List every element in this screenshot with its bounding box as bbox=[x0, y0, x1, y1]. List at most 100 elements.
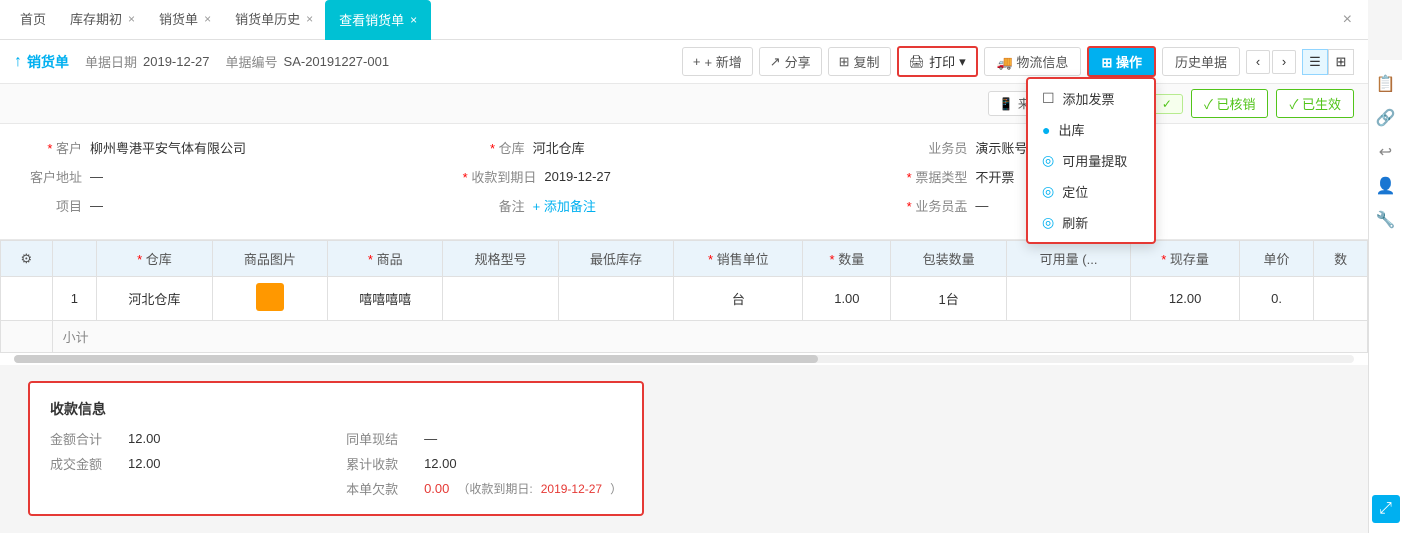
warehouse-label: 仓库 bbox=[463, 138, 533, 157]
next-button[interactable]: › bbox=[1272, 50, 1296, 74]
logistics-button[interactable]: 🚚 物流信息 bbox=[984, 47, 1082, 76]
payment-info-grid: 金额合计 12.00 同单现结 — 成交金额 12.00 累计收款 12.00 bbox=[50, 429, 622, 498]
doc-date-value: 2019-12-27 bbox=[143, 54, 210, 69]
doc-type-badge: ↑ 销货单 bbox=[14, 52, 69, 72]
table-wrapper: ⚙ * 仓库 商品图片 * 商品 规格型号 最低库存 * 销售单位 * 数量 包… bbox=[0, 240, 1368, 365]
sidebar-tools-icon[interactable]: 🔧 bbox=[1372, 206, 1400, 234]
tab-sales-history[interactable]: 销货单历史 × bbox=[223, 0, 325, 40]
effect-button[interactable]: ✓ 已生效 bbox=[1276, 89, 1354, 118]
add-button[interactable]: + + 新增 bbox=[682, 47, 753, 76]
tab-inventory-init-close[interactable]: × bbox=[128, 12, 135, 26]
view-toggle: ☰ ⊞ bbox=[1302, 49, 1354, 75]
total-amount-value: 12.00 bbox=[128, 431, 161, 446]
sold-button[interactable]: ✓ 已核销 bbox=[1191, 89, 1269, 118]
dropdown-add-invoice[interactable]: ☐ 添加发票 bbox=[1028, 83, 1154, 114]
row-pkg-qty: 1台 bbox=[891, 277, 1006, 321]
effect-check-icon: ✓ bbox=[1289, 97, 1298, 112]
overdue-note: （收款到期日: bbox=[457, 480, 532, 497]
add-icon: + bbox=[693, 54, 701, 69]
subtotal-settings bbox=[1, 321, 53, 353]
doc-type-label: 销货单 bbox=[27, 52, 69, 72]
list-view-button[interactable]: ☰ bbox=[1302, 49, 1328, 75]
right-sidebar: 📋 🔗 ↩ 👤 🔧 ⤢ bbox=[1368, 60, 1402, 533]
tab-sales-history-close[interactable]: × bbox=[306, 12, 313, 26]
tab-sales-order-close[interactable]: × bbox=[204, 12, 211, 26]
logistics-icon: 🚚 bbox=[997, 55, 1013, 70]
row-avail bbox=[1006, 277, 1131, 321]
copy-icon: ⊞ bbox=[839, 54, 850, 70]
note-label: 备注 bbox=[463, 196, 533, 215]
copy-button[interactable]: ⊞ 复制 bbox=[828, 47, 891, 76]
check-icon: ✓ bbox=[1204, 97, 1213, 112]
settings-col-header[interactable]: ⚙ bbox=[1, 241, 53, 277]
doc-actions: + + 新增 ↗ 分享 ⊞ 复制 🖨 打印 ▾ 🚚 物流信息 bbox=[682, 46, 1354, 77]
address-value: — bbox=[90, 169, 103, 184]
tab-view-sales[interactable]: 查看销货单 × bbox=[325, 0, 431, 40]
staff2-value: — bbox=[975, 198, 988, 213]
settlement-label: 同单现结 bbox=[346, 429, 416, 448]
sidebar-expand-icon[interactable]: ⤢ bbox=[1372, 495, 1400, 523]
payment-info-title: 收款信息 bbox=[50, 399, 622, 419]
sidebar-doc-icon[interactable]: 📋 bbox=[1372, 70, 1400, 98]
tab-inventory-init[interactable]: 库存期初 × bbox=[58, 0, 147, 40]
row-image bbox=[212, 277, 327, 321]
second-toolbar: 📱 来自手机 未开票 ✓ ✓ 已核销 ✓ 已生效 bbox=[0, 84, 1368, 124]
tab-bar: 首页 库存期初 × 销货单 × 销货单历史 × 查看销货单 × × bbox=[0, 0, 1368, 40]
share-icon: ↗ bbox=[770, 54, 781, 70]
image-col-header: 商品图片 bbox=[212, 241, 327, 277]
available-qty-icon: ◎ bbox=[1042, 152, 1054, 169]
sales-unit-col-header: * 销售单位 bbox=[674, 241, 803, 277]
pkg-qty-col-header: 包装数量 bbox=[891, 241, 1006, 277]
dropdown-available-qty[interactable]: ◎ 可用量提取 bbox=[1028, 145, 1154, 176]
row-quantity: 1.00 bbox=[803, 277, 891, 321]
dropdown-outbound[interactable]: ● 出库 bbox=[1028, 114, 1154, 145]
overdue-close: ） bbox=[610, 480, 622, 497]
subtotal-label: 小计 bbox=[52, 321, 1367, 353]
row-warehouse: 河北仓库 bbox=[97, 277, 212, 321]
doc-date-field: 单据日期 2019-12-27 bbox=[85, 52, 210, 71]
dropdown-locate[interactable]: ◎ 定位 bbox=[1028, 176, 1154, 207]
tab-sales-order[interactable]: 销货单 × bbox=[147, 0, 223, 40]
project-field: 项目 — bbox=[20, 196, 463, 215]
warehouse-value: 河北仓库 bbox=[533, 138, 585, 157]
print-button[interactable]: 🖨 打印 ▾ bbox=[897, 46, 978, 77]
tab-view-sales-close[interactable]: × bbox=[410, 13, 417, 27]
row-stock: 12.00 bbox=[1131, 277, 1240, 321]
customer-value: 柳州粤港平安气体有限公司 bbox=[90, 138, 246, 157]
subtotal-row: 小计 bbox=[1, 321, 1368, 353]
due-payment-row bbox=[50, 479, 326, 498]
scrollbar-thumb[interactable] bbox=[14, 355, 818, 363]
doc-number-label: 单据编号 bbox=[226, 52, 278, 71]
dropdown-refresh[interactable]: ◎ 刷新 bbox=[1028, 207, 1154, 238]
prev-button[interactable]: ‹ bbox=[1246, 50, 1270, 74]
operate-icon: ⊞ bbox=[1101, 55, 1112, 70]
row-seq: 1 bbox=[52, 277, 97, 321]
table-header-row: ⚙ * 仓库 商品图片 * 商品 规格型号 最低库存 * 销售单位 * 数量 包… bbox=[1, 241, 1368, 277]
row-product: 嘻嘻嘻嘻 bbox=[328, 277, 443, 321]
sidebar-return-icon[interactable]: ↩ bbox=[1372, 138, 1400, 166]
doc-header: ↑ 销货单 单据日期 2019-12-27 单据编号 SA-20191227-0… bbox=[0, 40, 1368, 84]
sidebar-link-icon[interactable]: 🔗 bbox=[1372, 104, 1400, 132]
deal-amount-row: 成交金额 12.00 bbox=[50, 454, 326, 473]
payment-date-field: 收款到期日 2019-12-27 bbox=[463, 167, 906, 186]
share-button[interactable]: ↗ 分享 bbox=[759, 47, 822, 76]
add-note-button[interactable]: + 添加备注 bbox=[533, 196, 596, 215]
sidebar-user-icon[interactable]: 👤 bbox=[1372, 172, 1400, 200]
row-spec bbox=[443, 277, 558, 321]
overdue-date: 2019-12-27 bbox=[541, 482, 602, 496]
stock-col-header: * 现存量 bbox=[1131, 241, 1240, 277]
row-sales-unit: 台 bbox=[674, 277, 803, 321]
grid-view-button[interactable]: ⊞ bbox=[1328, 49, 1354, 75]
deal-amount-value: 12.00 bbox=[128, 456, 161, 471]
horizontal-scrollbar[interactable] bbox=[14, 355, 1354, 363]
history-button[interactable]: 历史单据 bbox=[1162, 47, 1240, 76]
app-close-button[interactable]: × bbox=[1335, 11, 1360, 29]
operate-dropdown-container: ⊞ 操作 ☐ 添加发票 ● 出库 ◎ 可用量提取 bbox=[1087, 46, 1156, 77]
project-value: — bbox=[90, 198, 103, 213]
add-invoice-icon: ☐ bbox=[1042, 90, 1055, 107]
phone-icon: 📱 bbox=[999, 97, 1014, 111]
tab-home[interactable]: 首页 bbox=[8, 0, 58, 40]
staff2-label: 业务员盂 bbox=[905, 196, 975, 215]
ticket-type-value: 不开票 bbox=[975, 167, 1014, 186]
operate-button[interactable]: ⊞ 操作 bbox=[1087, 46, 1156, 77]
